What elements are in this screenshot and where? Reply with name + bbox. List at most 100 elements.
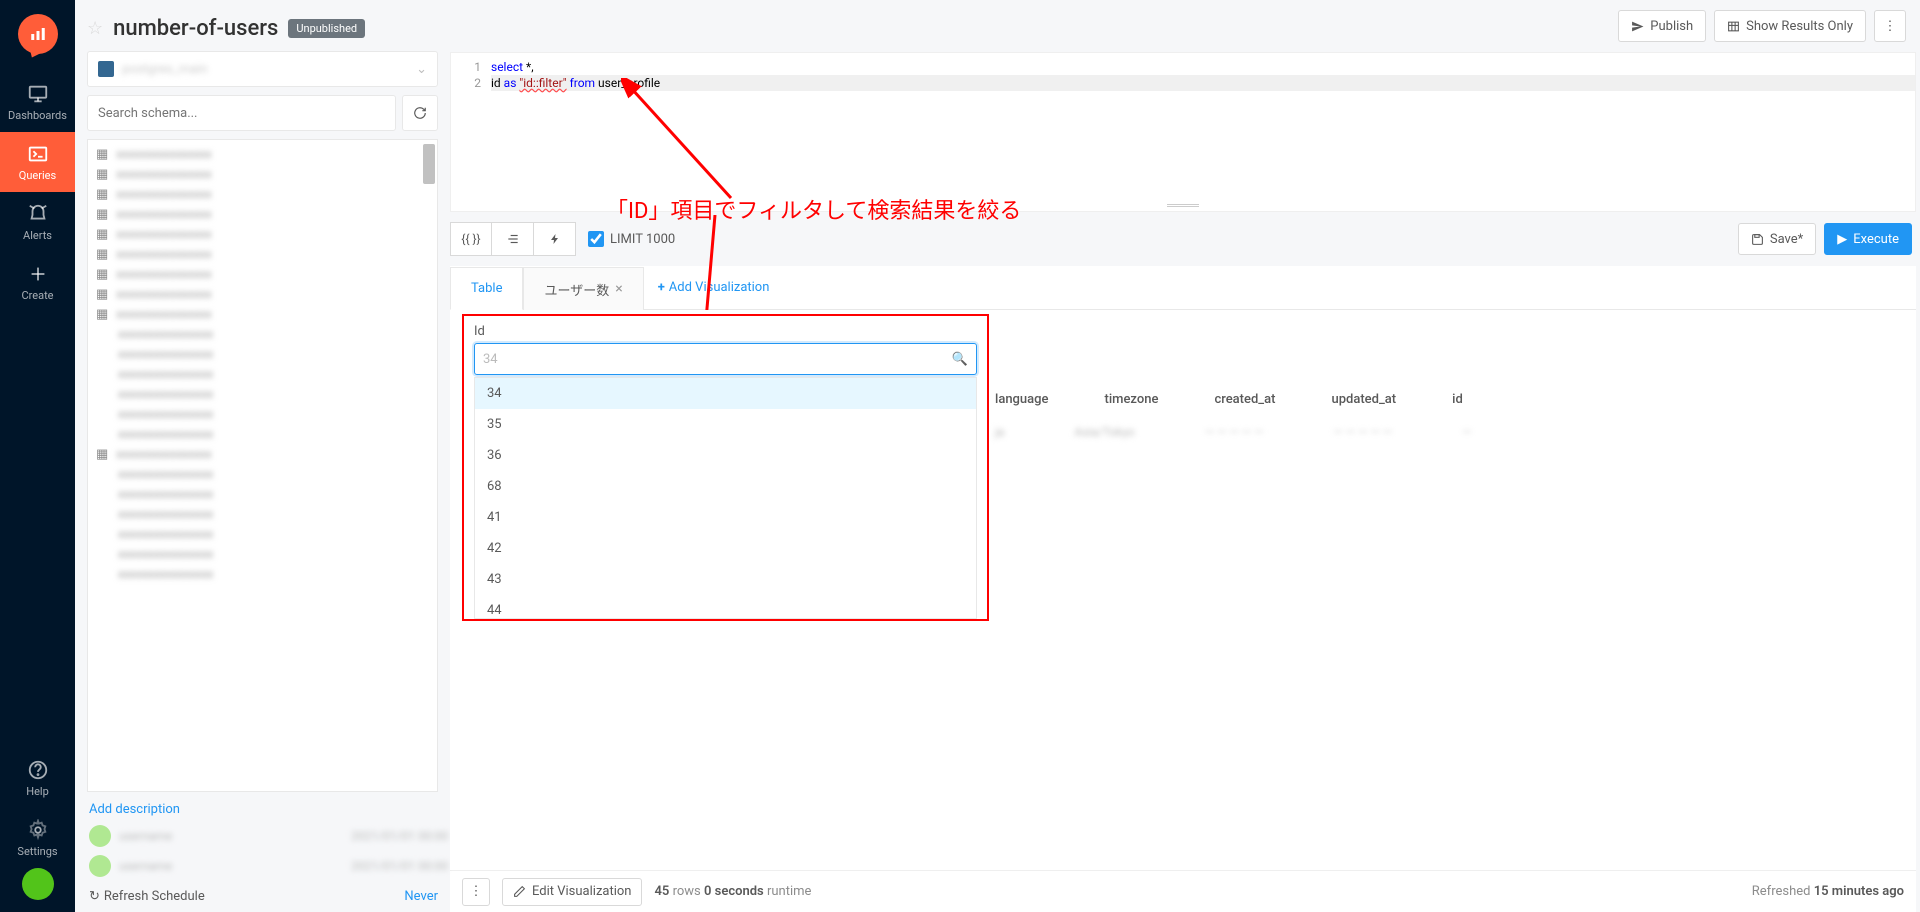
schema-column[interactable]: xxxxxxxxxxxxxxxx xyxy=(88,524,437,544)
filter-input[interactable] xyxy=(483,352,952,367)
format-button[interactable] xyxy=(492,222,534,256)
filter-option[interactable]: 41 xyxy=(475,502,976,533)
filter-option[interactable]: 42 xyxy=(475,533,976,564)
publish-button[interactable]: Publish xyxy=(1618,10,1706,42)
results-area: Id 🔍 3435366841424344 language timezone cr… xyxy=(450,310,1916,870)
limit-checkbox[interactable]: LIMIT 1000 xyxy=(588,231,675,247)
schema-table[interactable]: ▦xxxxxxxxxxxxxxxx xyxy=(88,284,437,304)
query-title[interactable]: number-of-users xyxy=(113,16,278,41)
refresh-schedule-value[interactable]: Never xyxy=(404,889,438,904)
schema-table[interactable]: ▦xxxxxxxxxxxxxxxx xyxy=(88,244,437,264)
send-icon xyxy=(1631,20,1644,33)
schema-table[interactable]: ▦xxxxxxxxxxxxxxxx xyxy=(88,224,437,244)
nav-settings[interactable]: Settings xyxy=(0,808,75,868)
refresh-schema-button[interactable] xyxy=(402,95,438,131)
schema-table[interactable]: ▦xxxxxxxxxxxxxxxx xyxy=(88,204,437,224)
app-logo[interactable] xyxy=(18,14,58,54)
execute-button[interactable]: ▶ Execute xyxy=(1824,223,1912,255)
table-header: language timezone created_at updated_at id xyxy=(995,392,1463,407)
sql-editor[interactable]: 1select *,2id as "id::filter" from user_… xyxy=(450,52,1916,212)
schema-column[interactable]: xxxxxxxxxxxxxxxx xyxy=(88,484,437,504)
datasource-name: postgres_main xyxy=(122,62,416,77)
add-description-link[interactable]: Add description xyxy=(89,802,448,817)
schema-column[interactable]: xxxxxxxxxxxxxxxx xyxy=(88,324,437,344)
column-header[interactable]: created_at xyxy=(1214,392,1275,407)
schema-column[interactable]: xxxxxxxxxxxxxxxx xyxy=(88,424,437,444)
gear-icon xyxy=(27,819,49,841)
filter-option[interactable]: 43 xyxy=(475,564,976,595)
column-header[interactable]: timezone xyxy=(1105,392,1159,407)
schema-table[interactable]: ▦xxxxxxxxxxxxxxxx xyxy=(88,144,437,164)
tab-users[interactable]: ユーザー数× xyxy=(523,267,643,310)
left-panel: ☆ number-of-users Unpublished postgres_m… xyxy=(75,0,450,912)
results-footer: ⋮ Edit Visualization 45 rows 0 seconds r… xyxy=(450,870,1916,912)
schema-column[interactable]: xxxxxxxxxxxxxxxx xyxy=(88,504,437,524)
schema-tree[interactable]: ▦xxxxxxxxxxxxxxxx▦xxxxxxxxxxxxxxxx▦xxxxx… xyxy=(87,139,438,792)
datasource-select[interactable]: postgres_main ⌄ xyxy=(87,51,438,87)
table-icon: ▦ xyxy=(96,227,108,242)
indent-icon xyxy=(506,232,520,246)
cell: — xyxy=(1462,425,1471,439)
filter-option[interactable]: 35 xyxy=(475,409,976,440)
nav-label: Create xyxy=(21,289,53,302)
schema-table[interactable]: ▦xxxxxxxxxxxxxxxx xyxy=(88,304,437,324)
schema-search-input[interactable] xyxy=(87,95,396,131)
more-menu-button[interactable]: ⋮ xyxy=(1874,10,1906,42)
column-header[interactable]: id xyxy=(1452,392,1463,407)
filter-option[interactable]: 68 xyxy=(475,471,976,502)
schema-column[interactable]: xxxxxxxxxxxxxxxx xyxy=(88,404,437,424)
limit-checkbox-input[interactable] xyxy=(588,231,604,247)
user-avatar[interactable] xyxy=(22,868,54,900)
schema-table[interactable]: ▦xxxxxxxxxxxxxxxx xyxy=(88,184,437,204)
params-button[interactable]: {{ }} xyxy=(450,222,492,256)
nav-dashboards[interactable]: Dashboards xyxy=(0,72,75,132)
autocomplete-button[interactable] xyxy=(534,222,576,256)
nav-create[interactable]: Create xyxy=(0,252,75,312)
cell: — — — — — xyxy=(1205,425,1264,439)
add-visualization-button[interactable]: +Add Visualization xyxy=(644,280,784,295)
save-button[interactable]: Save* xyxy=(1738,223,1816,255)
schema-column[interactable]: xxxxxxxxxxxxxxxx xyxy=(88,364,437,384)
filter-option[interactable]: 34 xyxy=(475,378,976,409)
column-header[interactable]: updated_at xyxy=(1331,392,1396,407)
search-icon: 🔍 xyxy=(952,352,968,367)
side-nav: Dashboards Queries Alerts Create Help Se… xyxy=(0,0,75,912)
nav-label: Queries xyxy=(19,169,56,182)
nav-alerts[interactable]: Alerts xyxy=(0,192,75,252)
resize-handle[interactable] xyxy=(1167,204,1199,207)
filter-dropdown[interactable]: 3435366841424344 xyxy=(474,377,977,619)
nav-queries[interactable]: Queries xyxy=(0,132,75,192)
editor-controls: {{ }} LIMIT 1000 Save* ▶ Execute xyxy=(450,212,1920,266)
avatar xyxy=(89,825,111,847)
filter-panel: Id 🔍 3435366841424344 xyxy=(462,314,989,621)
nav-label: Settings xyxy=(17,845,57,858)
star-icon[interactable]: ☆ xyxy=(87,18,103,39)
schema-column[interactable]: xxxxxxxxxxxxxxxx xyxy=(88,464,437,484)
schema-table[interactable]: ▦xxxxxxxxxxxxxxxx xyxy=(88,264,437,284)
schema-column[interactable]: xxxxxxxxxxxxxxxx xyxy=(88,564,437,584)
show-results-only-button[interactable]: Show Results Only xyxy=(1714,10,1866,42)
close-icon[interactable]: × xyxy=(615,281,622,297)
viz-tabs: Table ユーザー数× +Add Visualization xyxy=(450,266,1916,310)
refreshed-label: Refreshed 15 minutes ago xyxy=(1752,884,1904,899)
schema-column[interactable]: xxxxxxxxxxxxxxxx xyxy=(88,384,437,404)
tab-table[interactable]: Table xyxy=(450,267,523,310)
column-header[interactable]: language xyxy=(995,392,1049,407)
table-icon: ▦ xyxy=(96,207,108,222)
edit-visualization-button[interactable]: Edit Visualization xyxy=(502,878,642,906)
cell: ja xyxy=(995,425,1004,439)
footer-menu-button[interactable]: ⋮ xyxy=(462,878,490,906)
filter-option[interactable]: 36 xyxy=(475,440,976,471)
nav-help[interactable]: Help xyxy=(0,748,75,808)
filter-option[interactable]: 44 xyxy=(475,595,976,619)
cell: — — — — — xyxy=(1334,425,1393,439)
main-area: Publish Show Results Only ⋮ 1select *,2i… xyxy=(450,0,1920,912)
edit-icon xyxy=(513,885,526,898)
schema-table[interactable]: ▦xxxxxxxxxxxxxxxx xyxy=(88,444,437,464)
filter-input-wrap[interactable]: 🔍 xyxy=(474,343,977,375)
table-row: jaAsia/Tokyo— — — — —— — — — —— xyxy=(995,425,1472,439)
schema-table[interactable]: ▦xxxxxxxxxxxxxxxx xyxy=(88,164,437,184)
schema-column[interactable]: xxxxxxxxxxxxxxxx xyxy=(88,544,437,564)
refresh-schedule-label[interactable]: ↻Refresh Schedule xyxy=(89,889,205,904)
schema-column[interactable]: xxxxxxxxxxxxxxxx xyxy=(88,344,437,364)
